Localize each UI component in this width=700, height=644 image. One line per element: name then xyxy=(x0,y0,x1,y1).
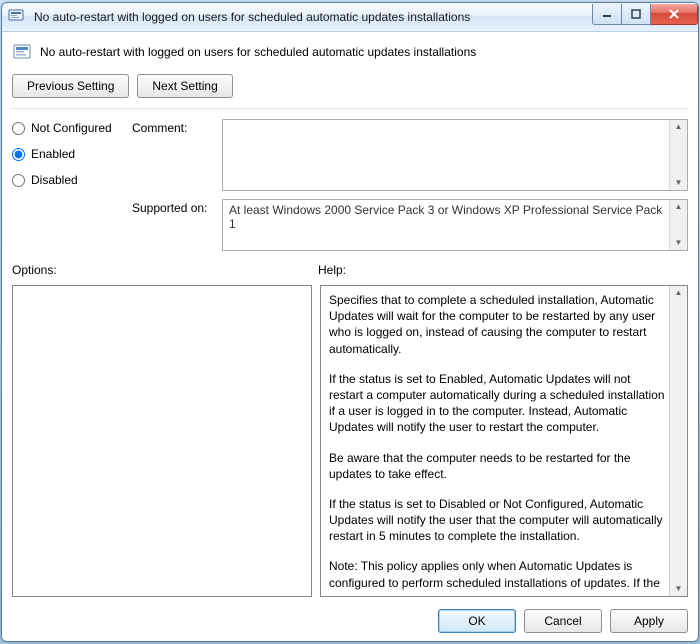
ok-button[interactable]: OK xyxy=(438,609,516,633)
scroll-up-icon[interactable]: ▲ xyxy=(675,200,683,214)
supported-on-value: At least Windows 2000 Service Pack 3 or … xyxy=(229,203,662,231)
radio-disabled-label: Disabled xyxy=(31,173,78,187)
scroll-down-icon[interactable]: ▼ xyxy=(675,176,683,190)
policy-editor-window: No auto-restart with logged on users for… xyxy=(1,2,699,642)
dialog-buttons: OK Cancel Apply xyxy=(12,601,688,633)
supported-label: Supported on: xyxy=(132,199,212,251)
config-area: Not Configured Enabled Disabled Comment:… xyxy=(12,119,688,251)
help-panel: Specifies that to complete a scheduled i… xyxy=(320,285,688,597)
scroll-down-icon[interactable]: ▼ xyxy=(675,582,683,596)
section-labels: Options: Help: xyxy=(12,263,688,277)
supported-row: Supported on: At least Windows 2000 Serv… xyxy=(132,199,688,251)
radio-enabled[interactable]: Enabled xyxy=(12,147,122,161)
nav-buttons: Previous Setting Next Setting xyxy=(12,74,688,98)
apply-button[interactable]: Apply xyxy=(610,609,688,633)
help-scrollbar[interactable]: ▲▼ xyxy=(669,286,687,596)
help-paragraph: Specifies that to complete a scheduled i… xyxy=(329,292,665,357)
maximize-button[interactable] xyxy=(622,4,651,25)
close-button[interactable] xyxy=(651,4,698,25)
client-area: No auto-restart with logged on users for… xyxy=(2,32,698,641)
separator xyxy=(12,108,688,109)
help-paragraph: Note: This policy applies only when Auto… xyxy=(329,558,665,590)
panels: Specifies that to complete a scheduled i… xyxy=(12,285,688,597)
fields-column: Comment: ▲▼ Supported on: At least Windo… xyxy=(132,119,688,251)
radio-enabled-input[interactable] xyxy=(12,148,25,161)
radio-not-configured-label: Not Configured xyxy=(31,121,112,135)
radio-disabled[interactable]: Disabled xyxy=(12,173,122,187)
previous-setting-button[interactable]: Previous Setting xyxy=(12,74,129,98)
help-paragraph: If the status is set to Disabled or Not … xyxy=(329,496,665,545)
title-bar[interactable]: No auto-restart with logged on users for… xyxy=(2,3,698,32)
scroll-up-icon[interactable]: ▲ xyxy=(675,120,683,134)
options-label: Options: xyxy=(12,263,318,277)
policy-icon xyxy=(12,42,32,62)
next-setting-button[interactable]: Next Setting xyxy=(137,74,232,98)
options-panel xyxy=(12,285,312,597)
state-radios: Not Configured Enabled Disabled xyxy=(12,119,122,251)
radio-disabled-input[interactable] xyxy=(12,174,25,187)
radio-not-configured-input[interactable] xyxy=(12,122,25,135)
scroll-down-icon[interactable]: ▼ xyxy=(675,236,683,250)
policy-title: No auto-restart with logged on users for… xyxy=(40,45,476,59)
help-label: Help: xyxy=(318,263,346,277)
help-paragraph: If the status is set to Enabled, Automat… xyxy=(329,371,665,436)
radio-not-configured[interactable]: Not Configured xyxy=(12,121,122,135)
comment-label: Comment: xyxy=(132,119,212,191)
minimize-button[interactable] xyxy=(592,4,622,25)
policy-header: No auto-restart with logged on users for… xyxy=(12,38,688,70)
app-icon xyxy=(8,7,28,27)
supported-on-box: At least Windows 2000 Service Pack 3 or … xyxy=(222,199,688,251)
scroll-up-icon[interactable]: ▲ xyxy=(675,286,683,300)
help-paragraph: Be aware that the computer needs to be r… xyxy=(329,450,665,482)
window-controls xyxy=(592,4,698,24)
supported-scrollbar[interactable]: ▲▼ xyxy=(669,200,687,250)
comment-row: Comment: ▲▼ xyxy=(132,119,688,191)
window-title: No auto-restart with logged on users for… xyxy=(34,10,586,24)
cancel-button[interactable]: Cancel xyxy=(524,609,602,633)
radio-enabled-label: Enabled xyxy=(31,147,75,161)
comment-textarea[interactable]: ▲▼ xyxy=(222,119,688,191)
comment-scrollbar[interactable]: ▲▼ xyxy=(669,120,687,190)
